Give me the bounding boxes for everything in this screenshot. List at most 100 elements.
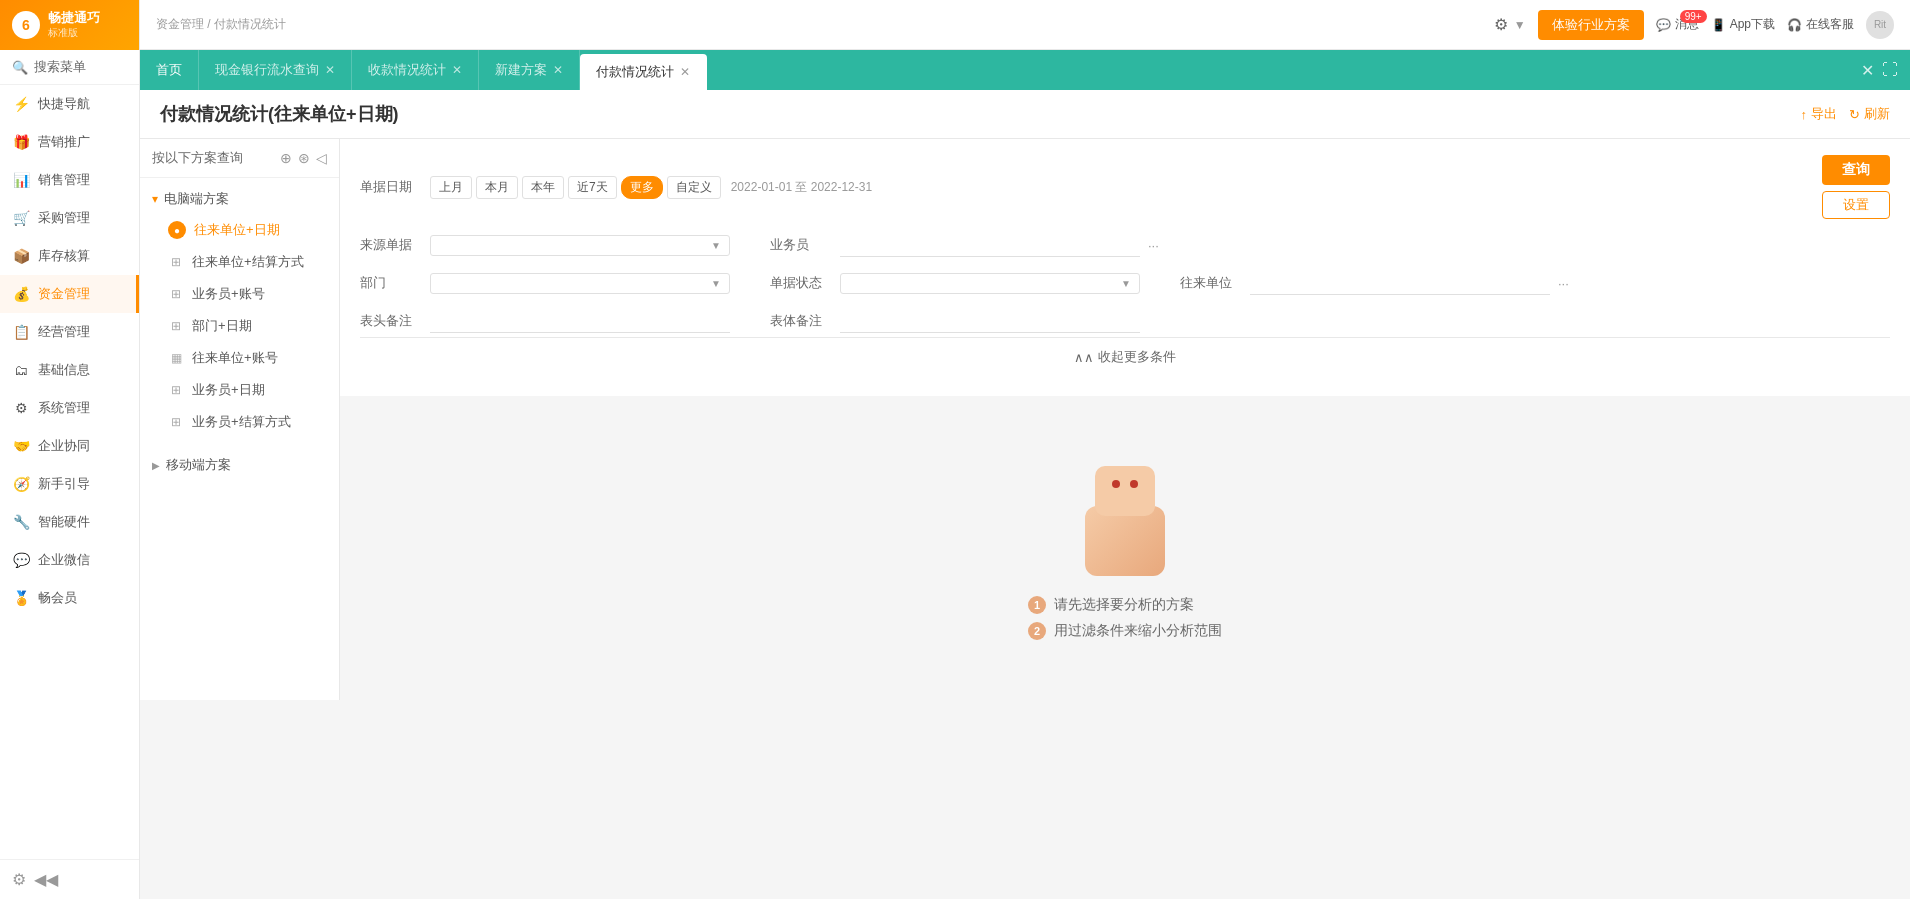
headset-icon: 🎧 <box>1787 18 1802 32</box>
counterpart-input[interactable] <box>1250 271 1550 295</box>
tab-bar: 首页 现金银行流水查询 ✕ 收款情况统计 ✕ 新建方案 ✕ 付款情况统计 ✕ ✕… <box>140 50 1910 90</box>
robot-head <box>1095 466 1155 516</box>
sidebar-item-marketing[interactable]: 🎁 营销推广 <box>0 123 139 161</box>
message-button[interactable]: 💬 消息 99+ <box>1656 16 1699 33</box>
online-service-label: 在线客服 <box>1806 16 1854 33</box>
date-btn-last-month[interactable]: 上月 <box>430 176 472 199</box>
date-btn-custom[interactable]: 自定义 <box>667 176 721 199</box>
export-label: 导出 <box>1811 105 1837 123</box>
tab-new[interactable]: 新建方案 ✕ <box>479 50 580 90</box>
tab-payment-label: 付款情况统计 <box>596 63 674 81</box>
filter-area: 单据日期 上月 本月 本年 近7天 更多 自定义 2022-01-01 至 20… <box>340 139 1910 392</box>
counterpart-dots-btn[interactable]: ··· <box>1554 276 1573 291</box>
sidebar-item-system[interactable]: ⚙ 系统管理 <box>0 389 139 427</box>
tab-payment-close[interactable]: ✕ <box>680 65 690 79</box>
search-icon: 🔍 <box>12 60 28 75</box>
sidebar-collapse-btn[interactable]: ◀◀ <box>34 870 58 889</box>
sidebar-item-sales[interactable]: 📊 销售管理 <box>0 161 139 199</box>
table-header-note-input[interactable] <box>430 309 730 333</box>
sidebar-item-label: 基础信息 <box>38 361 90 379</box>
salesman-dots-btn[interactable]: ··· <box>1144 238 1163 253</box>
table-body-note-input[interactable] <box>840 309 1140 333</box>
refresh-icon: ↻ <box>1849 107 1860 122</box>
scheme-item-label: 往来单位+日期 <box>194 221 280 239</box>
filter-results-area: 单据日期 上月 本月 本年 近7天 更多 自定义 2022-01-01 至 20… <box>340 139 1910 700</box>
tab-home[interactable]: 首页 <box>140 50 199 90</box>
app-download-button[interactable]: 📱 App下载 <box>1711 16 1775 33</box>
empty-hint-1: 1 请先选择要分析的方案 <box>1028 596 1194 614</box>
hint-number-1: 1 <box>1028 596 1046 614</box>
sidebar-item-hardware[interactable]: 🔧 智能硬件 <box>0 503 139 541</box>
dropdown-arrow-icon[interactable]: ▼ <box>1514 18 1526 32</box>
sidebar-item-basic[interactable]: 🗂 基础信息 <box>0 351 139 389</box>
tab-payment[interactable]: 付款情况统计 ✕ <box>580 54 707 90</box>
filter-row-notes: 表头备注 表体备注 <box>360 309 1770 333</box>
scheme-item-unit-settle[interactable]: ⊞ 往来单位+结算方式 <box>140 246 339 278</box>
tab-receipts-close[interactable]: ✕ <box>452 63 462 77</box>
sidebar-item-guide[interactable]: 🧭 新手引导 <box>0 465 139 503</box>
sidebar-item-operations[interactable]: 📋 经营管理 <box>0 313 139 351</box>
date-btn-this-year[interactable]: 本年 <box>522 176 564 199</box>
scheme-collapse-btn[interactable]: ◁ <box>316 150 327 166</box>
hint-text-1: 请先选择要分析的方案 <box>1054 596 1194 614</box>
app-download-label: App下载 <box>1730 16 1775 33</box>
salesman-input[interactable] <box>840 233 1140 257</box>
sidebar-item-inventory[interactable]: 📦 库存核算 <box>0 237 139 275</box>
sidebar-item-quicknav[interactable]: ⚡ 快捷导航 <box>0 85 139 123</box>
hint-text-2: 用过滤条件来缩小分析范围 <box>1054 622 1222 640</box>
query-button[interactable]: 查询 <box>1822 155 1890 185</box>
scheme-item-unit-date[interactable]: ● 往来单位+日期 <box>140 214 339 246</box>
sidebar-item-purchase[interactable]: 🛒 采购管理 <box>0 199 139 237</box>
user-avatar[interactable]: Rit <box>1866 11 1894 39</box>
refresh-button[interactable]: ↻ 刷新 <box>1849 105 1890 123</box>
scheme-header: 按以下方案查询 ⊕ ⊛ ◁ <box>140 139 339 178</box>
sidebar-item-wechat[interactable]: 💬 企业微信 <box>0 541 139 579</box>
scheme-add-btn[interactable]: ⊕ <box>280 150 292 166</box>
tab-bank-close[interactable]: ✕ <box>325 63 335 77</box>
tab-receipts-label: 收款情况统计 <box>368 61 446 79</box>
dept-select[interactable]: ▼ <box>430 273 730 294</box>
sidebar-item-label: 经营管理 <box>38 323 90 341</box>
settings-gear-icon[interactable]: ⚙ <box>1494 15 1508 34</box>
sidebar-settings-btn[interactable]: ⚙ <box>12 870 26 889</box>
sidebar: 6 畅捷通巧 标准版 🔍 搜索菜单 ⚡ 快捷导航 🎁 营销推广 📊 销售管理 🛒… <box>0 0 140 899</box>
salesman-label: 业务员 <box>770 236 840 254</box>
tab-expand-icon[interactable]: ⛶ <box>1882 61 1898 79</box>
sidebar-item-collab[interactable]: 🤝 企业协同 <box>0 427 139 465</box>
sidebar-search[interactable]: 🔍 搜索菜单 <box>0 50 139 85</box>
scheme-desktop-title[interactable]: ▾ 电脑端方案 <box>140 184 339 214</box>
date-btn-this-month[interactable]: 本月 <box>476 176 518 199</box>
member-icon: 🏅 <box>12 589 30 607</box>
source-select[interactable]: ▼ <box>430 235 730 256</box>
tab-close-all-icon[interactable]: ✕ <box>1861 61 1874 80</box>
scheme-item-unit-account[interactable]: ▦ 往来单位+账号 <box>140 342 339 374</box>
hardware-icon: 🔧 <box>12 513 30 531</box>
scheme-item-label: 部门+日期 <box>192 317 252 335</box>
sidebar-item-capital[interactable]: 💰 资金管理 <box>0 275 139 313</box>
sidebar-item-label: 资金管理 <box>38 285 90 303</box>
scheme-mobile-group: ▶ 移动端方案 <box>140 444 339 486</box>
empty-hint-2: 2 用过滤条件来缩小分析范围 <box>1028 622 1222 640</box>
tab-bank[interactable]: 现金银行流水查询 ✕ <box>199 50 352 90</box>
settings-button[interactable]: 设置 <box>1822 191 1890 219</box>
online-service-button[interactable]: 🎧 在线客服 <box>1787 16 1854 33</box>
scheme-item-staff-settle[interactable]: ⊞ 业务员+结算方式 <box>140 406 339 438</box>
grid-icon-5: ⊞ <box>168 414 184 430</box>
scheme-item-staff-account[interactable]: ⊞ 业务员+账号 <box>140 278 339 310</box>
scheme-mobile-title[interactable]: ▶ 移动端方案 <box>140 450 339 480</box>
date-btn-more[interactable]: 更多 <box>621 176 663 199</box>
tab-receipts[interactable]: 收款情况统计 ✕ <box>352 50 479 90</box>
grid-icon-3: ⊞ <box>168 318 184 334</box>
sidebar-item-label: 销售管理 <box>38 171 90 189</box>
trial-button[interactable]: 体验行业方案 <box>1538 10 1644 40</box>
export-button[interactable]: ↑ 导出 <box>1801 105 1838 123</box>
date-btn-7days[interactable]: 近7天 <box>568 176 617 199</box>
source-arrow-icon: ▼ <box>711 240 721 251</box>
sidebar-item-member[interactable]: 🏅 畅会员 <box>0 579 139 617</box>
voucher-status-select[interactable]: ▼ <box>840 273 1140 294</box>
tab-new-close[interactable]: ✕ <box>553 63 563 77</box>
scheme-item-staff-date[interactable]: ⊞ 业务员+日期 <box>140 374 339 406</box>
scheme-item-dept-date[interactable]: ⊞ 部门+日期 <box>140 310 339 342</box>
collapse-bar[interactable]: ∧∧ 收起更多条件 <box>360 337 1890 376</box>
scheme-settings-btn[interactable]: ⊛ <box>298 150 310 166</box>
